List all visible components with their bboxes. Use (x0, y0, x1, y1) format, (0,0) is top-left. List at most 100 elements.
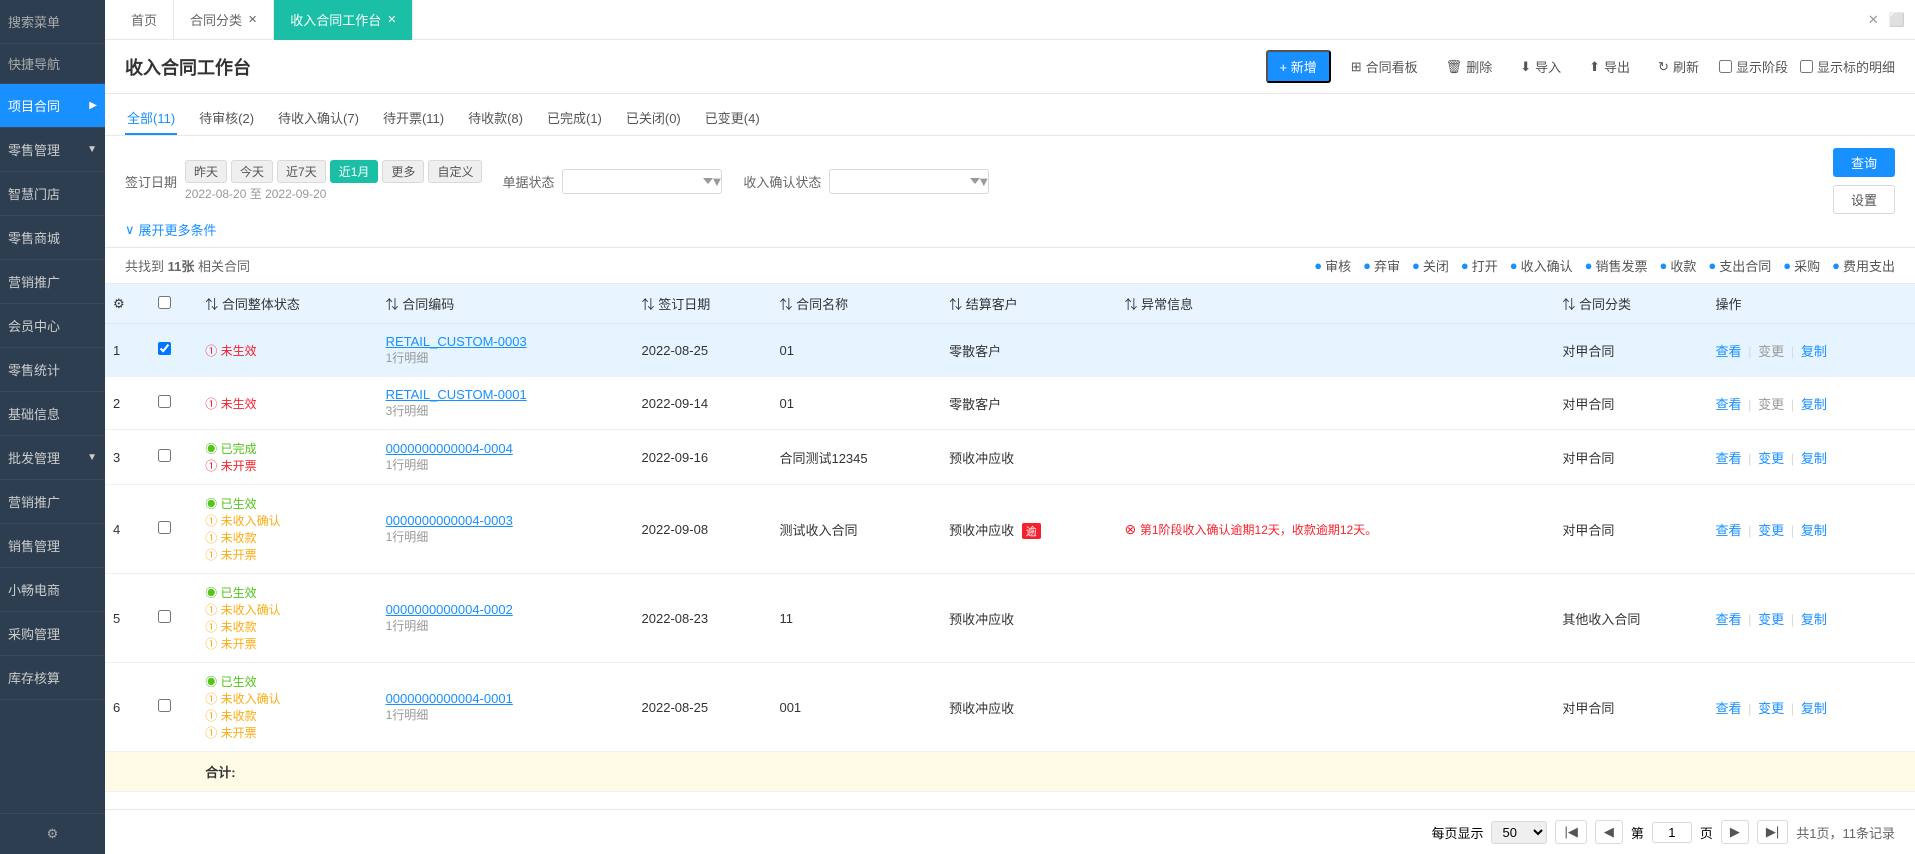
tab-home[interactable]: 首页 (115, 0, 174, 40)
review-button[interactable]: ● 审核 (1314, 256, 1351, 275)
filter-tab-pending-income-confirm[interactable]: 待收入确认(7) (276, 102, 361, 135)
contract-code-link[interactable]: 0000000000004-0003 (386, 513, 513, 528)
col-settings[interactable]: ⚙ (105, 284, 150, 324)
purchase-button[interactable]: ● 采购 (1783, 256, 1820, 275)
change-link[interactable]: 变更 (1758, 523, 1784, 538)
col-contract-name[interactable]: ⇅ 合同名称 (771, 284, 941, 324)
expenditure-contract-button[interactable]: ● 支出合同 (1708, 256, 1771, 275)
change-link[interactable]: 变更 (1758, 397, 1784, 412)
delete-button[interactable]: 🗑 删除 (1438, 53, 1501, 80)
col-code[interactable]: ⇅ 合同编码 (378, 284, 634, 324)
copy-link[interactable]: 复制 (1801, 612, 1827, 627)
contract-code-link[interactable]: 0000000000004-0002 (386, 602, 513, 617)
tab-close-income-workbench[interactable]: ✕ (387, 13, 396, 26)
last-page-button[interactable]: ▶| (1757, 820, 1788, 844)
filter-tab-changed[interactable]: 已变更(4) (703, 102, 762, 135)
sidebar-item-base-info[interactable]: 基础信息 (0, 392, 105, 436)
tab-contract-category[interactable]: 合同分类 ✕ (174, 0, 274, 40)
query-button[interactable]: 查询 (1833, 148, 1895, 177)
date-7days[interactable]: 近7天 (277, 160, 326, 183)
row-checkbox[interactable] (150, 430, 197, 485)
sales-invoice-button[interactable]: ● 销售发票 (1585, 256, 1648, 275)
close-contract-button[interactable]: ● 关闭 (1412, 256, 1449, 275)
abandon-review-button[interactable]: ● 弃审 (1363, 256, 1400, 275)
sidebar-item-retail-mall[interactable]: 零售商城 (0, 216, 105, 260)
change-link[interactable]: 变更 (1758, 344, 1784, 359)
filter-tab-completed[interactable]: 已完成(1) (545, 102, 604, 135)
view-link[interactable]: 查看 (1716, 612, 1742, 627)
income-confirm-button[interactable]: ● 收入确认 (1510, 256, 1573, 275)
collection-button[interactable]: ● 收款 (1660, 256, 1697, 275)
sidebar-item-retail-stat[interactable]: 零售统计 (0, 348, 105, 392)
view-link[interactable]: 查看 (1716, 701, 1742, 716)
sidebar-settings[interactable]: ⚙ (0, 813, 105, 854)
doc-status-select[interactable] (562, 169, 722, 194)
date-custom[interactable]: 自定义 (428, 160, 482, 183)
filter-tab-pending-invoice[interactable]: 待开票(11) (381, 102, 446, 135)
change-link[interactable]: 变更 (1758, 701, 1784, 716)
sidebar-item-retail-mgmt[interactable]: 零售管理 ▼ (0, 128, 105, 172)
add-button[interactable]: + 新增 (1266, 50, 1331, 83)
tab-close-contract-category[interactable]: ✕ (248, 13, 257, 26)
sidebar-item-sales-mgmt[interactable]: 销售管理 (0, 524, 105, 568)
copy-link[interactable]: 复制 (1801, 701, 1827, 716)
filter-tab-pending-collection[interactable]: 待收款(8) (466, 102, 525, 135)
date-1month[interactable]: 近1月 (330, 160, 379, 183)
sidebar-item-purchase-mgmt[interactable]: 采购管理 (0, 612, 105, 656)
sidebar-item-member[interactable]: 会员中心 (0, 304, 105, 348)
col-customer[interactable]: ⇅ 结算客户 (941, 284, 1116, 324)
copy-link[interactable]: 复制 (1801, 523, 1827, 538)
sidebar-item-marketing2[interactable]: 营销推广 (0, 480, 105, 524)
view-link[interactable]: 查看 (1716, 523, 1742, 538)
copy-link[interactable]: 复制 (1801, 451, 1827, 466)
income-confirm-select[interactable] (829, 169, 989, 194)
show-fields-checkbox[interactable]: 显示阶段 (1719, 57, 1788, 76)
close-all-icon[interactable]: ✕ (1868, 12, 1879, 28)
first-page-button[interactable]: |◀ (1555, 820, 1586, 844)
sidebar-item-wholesale-mgmt[interactable]: 批发管理 ▼ (0, 436, 105, 480)
refresh-button[interactable]: ↻ 刷新 (1650, 53, 1707, 80)
open-contract-button[interactable]: ● 打开 (1461, 256, 1498, 275)
view-link[interactable]: 查看 (1716, 451, 1742, 466)
maximize-icon[interactable]: ⬜ (1889, 12, 1905, 28)
per-page-select[interactable]: 50 100 200 (1491, 821, 1547, 844)
col-category[interactable]: ⇅ 合同分类 (1554, 284, 1707, 324)
filter-tab-all[interactable]: 全部(11) (125, 102, 177, 135)
col-sign-date[interactable]: ⇅ 签订日期 (634, 284, 772, 324)
sidebar-item-project[interactable]: 项目合同 ▶ (0, 84, 105, 128)
copy-link[interactable]: 复制 (1801, 344, 1827, 359)
sidebar-item-smart-store[interactable]: 智慧门店 (0, 172, 105, 216)
view-link[interactable]: 查看 (1716, 344, 1742, 359)
change-link[interactable]: 变更 (1758, 612, 1784, 627)
contract-board-button[interactable]: ⊞ 合同看板 (1343, 53, 1426, 80)
col-status[interactable]: ⇅ 合同整体状态 (197, 284, 377, 324)
date-more[interactable]: 更多 (382, 160, 424, 183)
export-button[interactable]: ⬆ 导出 (1581, 53, 1638, 80)
set-button[interactable]: 设置 (1833, 185, 1895, 214)
filter-tab-closed[interactable]: 已关闭(0) (624, 102, 683, 135)
sidebar-quicknav[interactable]: 快捷导航 (0, 44, 105, 84)
change-link[interactable]: 变更 (1758, 451, 1784, 466)
view-link[interactable]: 查看 (1716, 397, 1742, 412)
contract-code-link[interactable]: 0000000000004-0001 (386, 691, 513, 706)
filter-tab-pending-review[interactable]: 待审核(2) (197, 102, 256, 135)
row-checkbox[interactable] (150, 324, 197, 377)
sidebar-item-marketing[interactable]: 营销推广 (0, 260, 105, 304)
expand-more-conditions[interactable]: ∨ 展开更多条件 (125, 220, 1895, 239)
sidebar-search[interactable]: 搜索菜单 (0, 0, 105, 44)
copy-link[interactable]: 复制 (1801, 397, 1827, 412)
row-checkbox[interactable] (150, 663, 197, 752)
col-checkbox[interactable] (150, 284, 197, 324)
date-yesterday[interactable]: 昨天 (185, 160, 227, 183)
tab-income-workbench[interactable]: 收入合同工作台 ✕ (274, 0, 413, 40)
expense-button[interactable]: ● 费用支出 (1832, 256, 1895, 275)
row-checkbox[interactable] (150, 574, 197, 663)
col-abnormal[interactable]: ⇅ 异常信息 (1117, 284, 1555, 324)
contract-code-link[interactable]: RETAIL_CUSTOM-0001 (386, 387, 527, 402)
next-page-button[interactable]: ▶ (1721, 820, 1749, 844)
contract-code-link[interactable]: 0000000000004-0004 (386, 441, 513, 456)
show-details-checkbox[interactable]: 显示标的明细 (1800, 57, 1895, 76)
sidebar-item-inventory[interactable]: 库存核算 (0, 656, 105, 700)
import-button[interactable]: ⬇ 导入 (1512, 53, 1569, 80)
current-page-input[interactable] (1652, 822, 1692, 843)
